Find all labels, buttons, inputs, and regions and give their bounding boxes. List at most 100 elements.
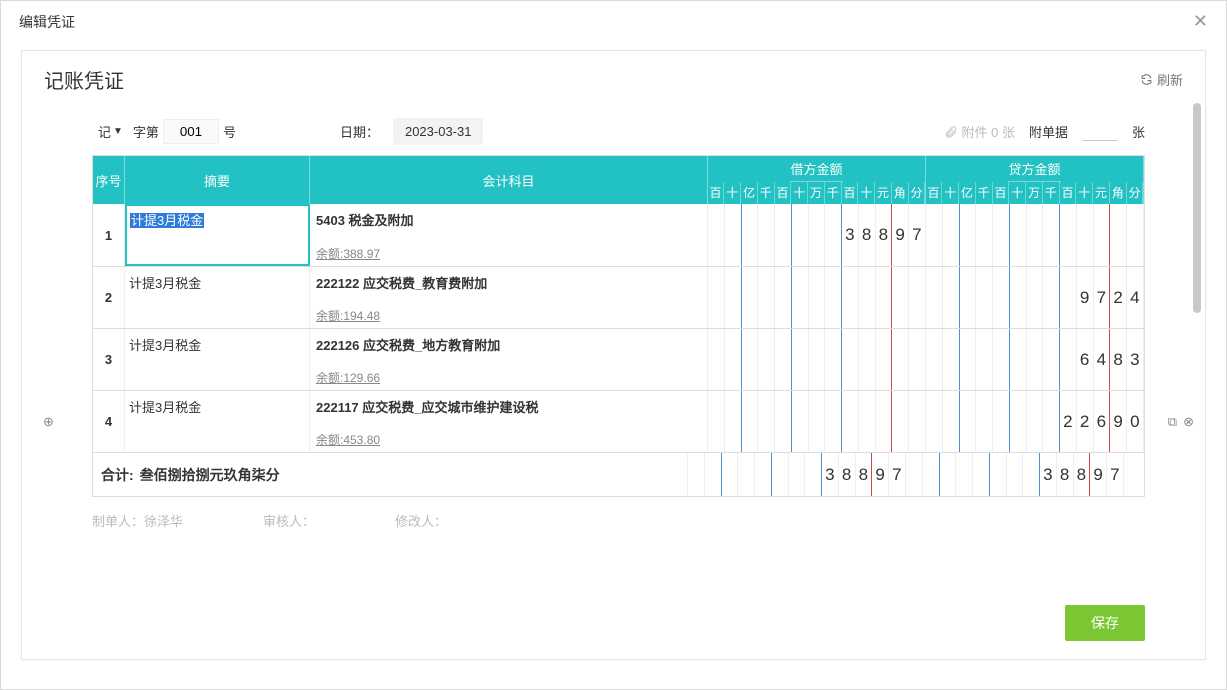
credit-amount[interactable]: 22690 — [926, 391, 1144, 452]
digit-cell — [909, 391, 926, 452]
digit-header: 百 — [775, 182, 792, 204]
digit-cell — [909, 329, 926, 390]
credit-amount[interactable]: 6483 — [926, 329, 1144, 390]
debit-amount[interactable] — [708, 267, 926, 328]
digit-cell — [976, 204, 993, 266]
digit-header: 十 — [1009, 182, 1026, 204]
digit-cell — [943, 204, 960, 266]
attach-doc-label: 附单据 — [1029, 122, 1068, 141]
digit-cell — [809, 267, 826, 328]
digit-cell — [775, 391, 792, 452]
total-row: 合计: 叁佰捌拾捌元玖角柒分3889738897 — [93, 452, 1144, 496]
attachment-link[interactable]: 附件 0 张 — [944, 122, 1015, 141]
digit-cell — [892, 267, 909, 328]
page-title: 记账凭证 — [44, 65, 124, 94]
attach-count-input[interactable] — [1082, 123, 1118, 141]
digit-cell — [742, 329, 759, 390]
digit-cell: 2 — [1077, 391, 1094, 452]
close-icon[interactable]: ✕ — [1193, 11, 1208, 32]
debit-amount[interactable] — [708, 329, 926, 390]
digit-cell — [1023, 453, 1040, 496]
account-cell[interactable]: 222126 应交税费_地方教育附加余额:129.66 — [310, 329, 708, 390]
digit-cell: 3 — [822, 453, 839, 496]
save-button[interactable]: 保存 — [1065, 605, 1145, 641]
header-account: 会计科目 — [310, 156, 708, 204]
digit-cell — [809, 204, 826, 266]
voucher-type-value: 记 — [98, 122, 111, 141]
digit-cell — [976, 267, 993, 328]
digit-header: 千 — [758, 182, 775, 204]
digit-cell — [825, 204, 842, 266]
digit-cell: 7 — [889, 453, 906, 496]
refresh-icon — [1140, 73, 1153, 86]
digit-header: 元 — [1093, 182, 1110, 204]
debit-amount[interactable]: 38897 — [708, 204, 926, 266]
digit-header: 分 — [1127, 182, 1144, 204]
credit-amount[interactable] — [926, 204, 1144, 266]
summary-cell[interactable]: 计提3月税金 — [125, 267, 310, 328]
header-credit: 贷方金额百十亿千百十万千百十元角分 — [926, 156, 1144, 204]
digit-cell: 8 — [839, 453, 856, 496]
digit-cell — [876, 329, 893, 390]
account-cell[interactable]: 222117 应交税费_应交城市维护建设税余额:453.80 — [310, 391, 708, 452]
digit-cell — [742, 391, 759, 452]
digit-cell — [1043, 329, 1060, 390]
add-row-icon[interactable]: ⊕ — [43, 414, 54, 430]
summary-cell[interactable]: 计提3月税金 — [125, 391, 310, 452]
digit-cell — [960, 329, 977, 390]
credit-amount[interactable]: 9724 — [926, 267, 1144, 328]
digit-cell — [825, 267, 842, 328]
scrollbar-thumb[interactable] — [1193, 103, 1201, 313]
total-credit[interactable]: 38897 — [906, 453, 1124, 496]
refresh-label: 刷新 — [1157, 70, 1183, 89]
modal-title: 编辑凭证 — [19, 12, 75, 32]
digit-cell: 8 — [1074, 453, 1091, 496]
digit-cell: 8 — [856, 453, 873, 496]
digit-cell: 3 — [1127, 329, 1144, 390]
attachment-text: 附件 0 张 — [962, 122, 1015, 141]
scrollbar[interactable] — [1191, 103, 1201, 603]
summary-cell[interactable]: 计提3月税金 — [125, 329, 310, 390]
refresh-button[interactable]: 刷新 — [1140, 70, 1183, 89]
digit-header: 分 — [909, 182, 926, 204]
digit-cell — [960, 204, 977, 266]
digit-cell — [976, 329, 993, 390]
digit-cell — [909, 267, 926, 328]
attach-unit: 张 — [1132, 122, 1145, 141]
digit-cell — [758, 204, 775, 266]
digit-cell — [859, 329, 876, 390]
digit-cell — [708, 329, 725, 390]
copy-row-icon[interactable]: ⧉ — [1168, 414, 1177, 430]
digit-cell: 2 — [1060, 391, 1077, 452]
digit-cell — [1027, 204, 1044, 266]
digit-cell — [688, 453, 705, 496]
header-debit: 借方金额百十亿千百十万千百十元角分 — [708, 156, 926, 204]
digit-cell — [1043, 267, 1060, 328]
digit-cell — [1094, 204, 1111, 266]
account-cell[interactable]: 222122 应交税费_教育费附加余额:194.48 — [310, 267, 708, 328]
digit-header: 百 — [926, 182, 943, 204]
digit-cell — [725, 267, 742, 328]
digit-cell — [842, 267, 859, 328]
table-row: 3计提3月税金222126 应交税费_地方教育附加余额:129.666483 — [93, 328, 1144, 390]
digit-cell — [926, 329, 943, 390]
digit-cell — [892, 329, 909, 390]
label-zidi: 字第 — [133, 122, 159, 141]
digit-header: 万 — [1026, 182, 1043, 204]
total-debit[interactable]: 38897 — [688, 453, 906, 496]
digit-cell — [708, 204, 725, 266]
digit-cell — [1077, 204, 1094, 266]
account-cell[interactable]: 5403 税金及附加余额:388.97 — [310, 204, 708, 266]
digit-cell — [859, 391, 876, 452]
voucher-number-input[interactable] — [163, 119, 219, 144]
digit-cell — [792, 267, 809, 328]
date-picker[interactable]: 2023-03-31 — [393, 118, 484, 145]
summary-cell[interactable]: 计提3月税金 — [125, 204, 310, 266]
voucher-type-select[interactable]: 记 ▼ — [92, 118, 129, 145]
digit-cell — [993, 329, 1010, 390]
account-balance: 余额:129.66 — [316, 369, 701, 386]
digit-cell — [725, 391, 742, 452]
digit-cell — [1110, 204, 1127, 266]
debit-amount[interactable] — [708, 391, 926, 452]
account-name: 222126 应交税费_地方教育附加 — [316, 335, 701, 354]
